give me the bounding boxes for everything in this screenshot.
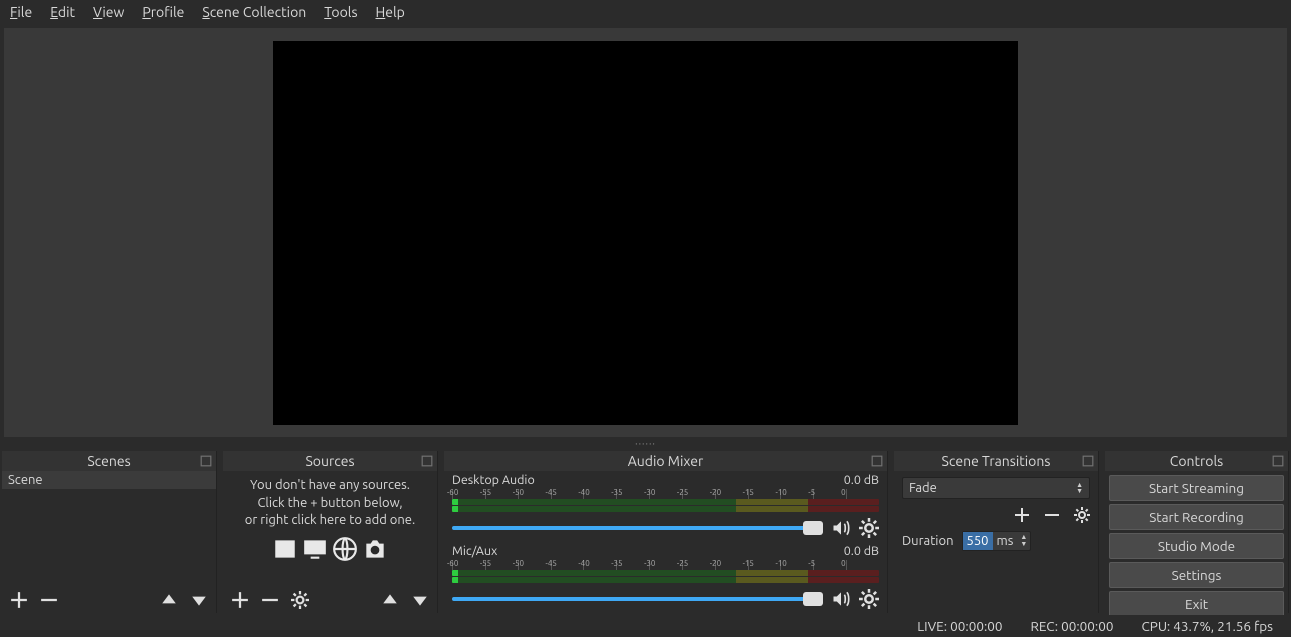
slider-thumb[interactable] [803,592,823,606]
audio-meter [452,577,879,583]
audio-channel: Desktop Audio 0.0 dB -60-55-50-45-40-35-… [452,473,879,538]
status-live: LIVE: 00:00:00 [917,618,1002,634]
studio-mode-button[interactable]: Studio Mode [1109,533,1284,559]
channel-name: Desktop Audio [452,473,535,487]
volume-slider[interactable] [452,526,823,530]
mixer-title: Audio Mixer [444,451,887,471]
menu-file[interactable]: File [10,4,32,20]
channel-level: 0.0 dB [844,473,879,487]
channel-name: Mic/Aux [452,544,497,558]
status-cpu: CPU: 43.7%, 21.56 fps [1141,618,1273,634]
preview-canvas[interactable] [273,41,1018,425]
gear-icon[interactable] [859,518,879,538]
transition-select[interactable]: Fade ▲▼ [902,477,1090,499]
audio-meter [452,506,879,512]
duration-label: Duration [902,534,954,548]
audio-mixer-panel: Audio Mixer Desktop Audio 0.0 dB -60-55-… [444,451,888,613]
add-source-button[interactable] [231,591,249,609]
meter-scale: -60-55-50-45-40-35-30-25-20-15-10-50 [452,560,879,570]
audio-meter [452,570,879,576]
settings-button[interactable]: Settings [1109,562,1284,588]
add-scene-button[interactable] [10,591,28,609]
display-source-icon [302,536,328,568]
meter-scale: -60-55-50-45-40-35-30-25-20-15-10-50 [452,489,879,499]
remove-source-button[interactable] [261,591,279,609]
menu-edit[interactable]: Edit [50,4,75,20]
scenes-list[interactable]: Scene [2,471,216,587]
image-source-icon [272,536,298,568]
add-transition-button[interactable] [1014,507,1030,523]
exit-button[interactable]: Exit [1109,591,1284,617]
gear-icon[interactable] [859,589,879,609]
move-source-up-button[interactable] [381,591,399,609]
menu-bar: File Edit View Profile Scene Collection … [0,0,1291,24]
transition-properties-button[interactable] [1074,507,1090,523]
popout-icon[interactable] [200,454,212,466]
mixer-body: Desktop Audio 0.0 dB -60-55-50-45-40-35-… [444,471,887,613]
popout-icon[interactable] [421,454,433,466]
popout-icon[interactable] [871,454,883,466]
menu-help[interactable]: Help [376,4,405,20]
audio-meter [452,499,879,505]
source-properties-button[interactable] [291,591,309,609]
scenes-toolbar [2,587,216,613]
sources-title: Sources [223,451,437,471]
panel-drag-handle[interactable]: ······ [0,441,1291,451]
chevron-updown-icon: ▲▼ [1076,482,1083,494]
sources-toolbar [223,587,437,613]
status-rec: REC: 00:00:00 [1031,618,1114,634]
duration-spinner[interactable]: 550 ms ▲▼ [962,531,1032,551]
move-scene-down-button[interactable] [190,591,208,609]
status-bar: LIVE: 00:00:00 REC: 00:00:00 CPU: 43.7%,… [0,615,1291,637]
remove-transition-button[interactable] [1044,507,1060,523]
slider-thumb[interactable] [803,521,823,535]
popout-icon[interactable] [1272,454,1284,466]
preview-area [4,28,1287,437]
popout-icon[interactable] [1082,454,1094,466]
start-recording-button[interactable]: Start Recording [1109,504,1284,530]
channel-level: 0.0 dB [844,544,879,558]
move-source-down-button[interactable] [411,591,429,609]
remove-scene-button[interactable] [40,591,58,609]
chevron-updown-icon[interactable]: ▲▼ [1017,534,1030,548]
scenes-title: Scenes [2,451,216,471]
menu-scene-collection[interactable]: Scene Collection [202,4,306,20]
speaker-icon[interactable] [831,589,851,609]
sources-panel: Sources You don't have any sources. Clic… [223,451,438,613]
transitions-panel: Scene Transitions Fade ▲▼ Duration 550 m… [894,451,1099,613]
audio-channel: Mic/Aux 0.0 dB -60-55-50-45-40-35-30-25-… [452,544,879,609]
controls-title: Controls [1105,451,1288,471]
move-scene-up-button[interactable] [160,591,178,609]
dock-panels: Scenes Scene Sources You don't have any … [0,451,1291,615]
camera-source-icon [362,536,388,568]
speaker-icon[interactable] [831,518,851,538]
menu-view[interactable]: View [93,4,124,20]
sources-empty-hint: You don't have any sources. Click the + … [223,471,437,571]
scenes-panel: Scenes Scene [2,451,217,613]
globe-source-icon [332,536,358,568]
menu-profile[interactable]: Profile [142,4,184,20]
duration-value[interactable]: 550 [963,532,993,550]
transitions-title: Scene Transitions [894,451,1098,471]
controls-panel: Controls Start Streaming Start Recording… [1105,451,1289,613]
sources-list[interactable]: You don't have any sources. Click the + … [223,471,437,587]
scene-list-item[interactable]: Scene [2,471,216,489]
volume-slider[interactable] [452,597,823,601]
start-streaming-button[interactable]: Start Streaming [1109,475,1284,501]
menu-tools[interactable]: Tools [324,4,357,20]
